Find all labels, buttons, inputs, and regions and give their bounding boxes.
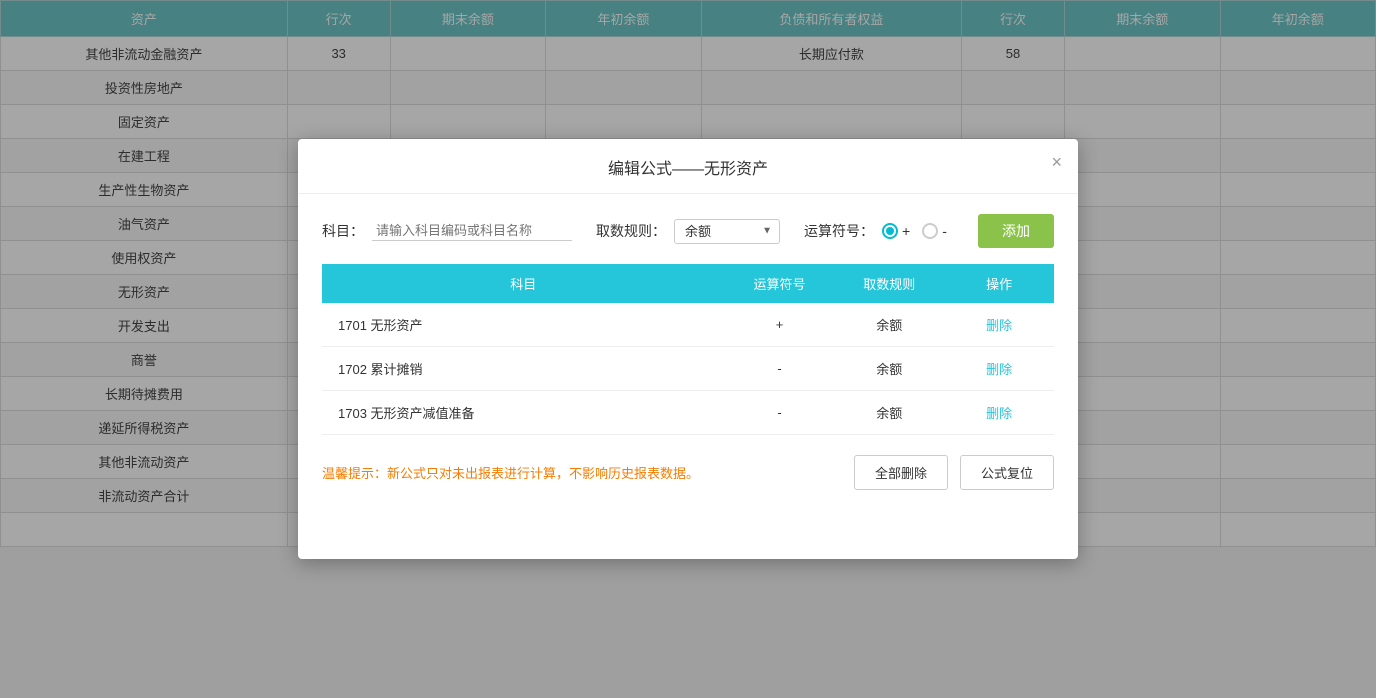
subject-input[interactable] (372, 221, 572, 241)
col-rule: 取数规则 (834, 264, 944, 303)
warning-row: 温馨提示：新公式只对未出报表进行计算，不影响历史报表数据。 全部删除 公式复位 (298, 435, 1078, 500)
footer-buttons: 全部删除 公式复位 (854, 455, 1054, 490)
data-table: 科目 运算符号 取数规则 操作 1701 无形资产+余额删除1702 累计摊销-… (322, 264, 1054, 435)
radio-minus-label: - (942, 223, 947, 239)
radio-minus-circle (922, 223, 938, 239)
operator-group: 运算符号： + - (804, 221, 947, 241)
form-row: 科目： 取数规则： 余额 借方 贷方 借方发生额 贷方发生额 ▼ 运算 (298, 194, 1078, 264)
subject-label: 科目： (322, 221, 364, 241)
modal-header: 编辑公式——无形资产 × (298, 139, 1078, 194)
col-operator: 运算符号 (725, 264, 835, 303)
rule-group: 取数规则： 余额 借方 贷方 借方发生额 贷方发生额 ▼ (596, 219, 780, 244)
modal-title: 编辑公式——无形资产 (608, 161, 768, 178)
radio-plus-label: + (902, 223, 910, 239)
rule-label: 取数规则： (596, 221, 666, 241)
modal-overlay: 编辑公式——无形资产 × 科目： 取数规则： 余额 借方 贷方 借方发生额 贷方… (0, 0, 1376, 698)
warning-text: 温馨提示：新公式只对未出报表进行计算，不影响历史报表数据。 (322, 463, 699, 482)
delete-row-button[interactable]: 删除 (986, 406, 1012, 421)
delete-all-button[interactable]: 全部删除 (854, 455, 948, 490)
reset-button[interactable]: 公式复位 (960, 455, 1054, 490)
radio-minus[interactable]: - (922, 223, 947, 239)
col-subject: 科目 (322, 264, 725, 303)
operator-label: 运算符号： (804, 221, 874, 241)
rule-select[interactable]: 余额 借方 贷方 借方发生额 贷方发生额 (674, 219, 780, 244)
radio-plus[interactable]: + (882, 223, 910, 239)
radio-group: + - (882, 223, 947, 239)
add-button[interactable]: 添加 (978, 214, 1054, 248)
data-table-wrap: 科目 运算符号 取数规则 操作 1701 无形资产+余额删除1702 累计摊销-… (298, 264, 1078, 435)
list-item: 1701 无形资产+余额删除 (322, 303, 1054, 347)
delete-row-button[interactable]: 删除 (986, 318, 1012, 333)
modal-close-button[interactable]: × (1051, 153, 1062, 171)
list-item: 1703 无形资产减值准备-余额删除 (322, 391, 1054, 435)
modal-dialog: 编辑公式——无形资产 × 科目： 取数规则： 余额 借方 贷方 借方发生额 贷方… (298, 139, 1078, 559)
rule-select-wrap: 余额 借方 贷方 借方发生额 贷方发生额 ▼ (674, 219, 780, 244)
subject-group: 科目： (322, 221, 572, 241)
delete-row-button[interactable]: 删除 (986, 362, 1012, 377)
radio-plus-circle (882, 223, 898, 239)
list-item: 1702 累计摊销-余额删除 (322, 347, 1054, 391)
col-action: 操作 (944, 264, 1054, 303)
